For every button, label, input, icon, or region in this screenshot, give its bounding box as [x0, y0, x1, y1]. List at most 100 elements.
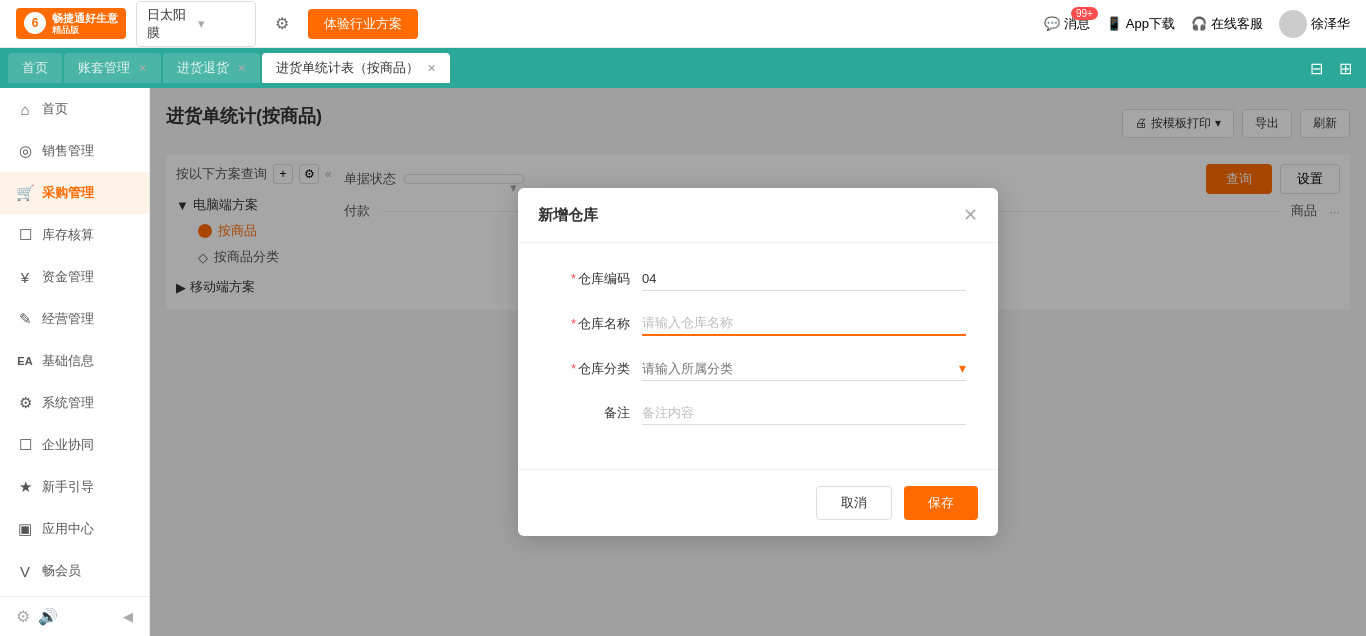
username: 徐泽华 — [1311, 15, 1350, 33]
inventory-icon: ☐ — [16, 226, 34, 244]
sidebar-item-guide-label: 新手引导 — [42, 478, 94, 496]
avatar — [1279, 10, 1307, 38]
enterprise-icon: ☐ — [16, 436, 34, 454]
svg-point-0 — [1288, 16, 1298, 26]
topbar: 6 畅捷通好生意 精品版 日太阳膜 ▾ ⚙ 体验行业方案 💬 消息 99+ 📱 … — [0, 0, 1366, 48]
sidebar-item-apps-label: 应用中心 — [42, 520, 94, 538]
chevron-down-icon: ▾ — [198, 16, 245, 31]
tab-purchase-return[interactable]: 进货退货 ✕ — [163, 53, 260, 83]
dialog-overlay: 新增仓库 ✕ 仓库编码 仓库名称 仓库分类 — [150, 88, 1366, 636]
add-warehouse-dialog: 新增仓库 ✕ 仓库编码 仓库名称 仓库分类 — [518, 188, 998, 536]
dialog-close-button[interactable]: ✕ — [963, 204, 978, 226]
finance-icon: ¥ — [16, 269, 34, 286]
sidebar-item-base-info-label: 基础信息 — [42, 352, 94, 370]
member-icon: V — [16, 563, 34, 580]
sidebar-item-apps[interactable]: ▣ 应用中心 — [0, 508, 149, 550]
home-icon: ⌂ — [16, 101, 34, 118]
remark-label: 备注 — [550, 404, 630, 422]
category-input[interactable] — [642, 361, 959, 376]
store-name: 日太阳膜 — [147, 6, 194, 42]
dialog-header: 新增仓库 ✕ — [518, 188, 998, 243]
sidebar-item-member[interactable]: V 畅会员 — [0, 550, 149, 592]
category-label: 仓库分类 — [550, 360, 630, 378]
sidebar-item-base-info[interactable]: EA 基础信息 — [0, 340, 149, 382]
form-row-remark: 备注 — [550, 401, 966, 425]
logo-icon: 6 — [24, 12, 46, 34]
content-area: 进货单统计(按商品) 🖨 按模板打印 ▾ 导出 刷新 按以下方案查询 + ⚙ « — [150, 88, 1366, 636]
trial-button[interactable]: 体验行业方案 — [308, 9, 418, 39]
logo-subtitle: 精品版 — [52, 25, 118, 36]
dialog-footer: 取消 保存 — [518, 469, 998, 536]
cancel-button[interactable]: 取消 — [816, 486, 892, 520]
logo: 6 畅捷通好生意 精品版 — [16, 8, 126, 40]
main-layout: ⌂ 首页 ◎ 销售管理 🛒 采购管理 ☐ 库存核算 ¥ 资金管理 ✎ 经营管理 … — [0, 88, 1366, 636]
remark-input[interactable] — [642, 401, 966, 425]
svg-point-1 — [1285, 28, 1301, 35]
app-download-button[interactable]: 📱 App下载 — [1106, 15, 1175, 33]
close-icon[interactable]: ✕ — [138, 62, 147, 75]
online-service-button[interactable]: 🎧 在线客服 — [1191, 15, 1263, 33]
save-button[interactable]: 保存 — [904, 486, 978, 520]
service-label: 在线客服 — [1211, 15, 1263, 33]
logo-title: 畅捷通好生意 — [52, 12, 118, 25]
tabbar-controls: ⊟ ⊞ — [1304, 57, 1358, 80]
tab-minimize-button[interactable]: ⊟ — [1304, 57, 1329, 80]
sidebar-item-enterprise[interactable]: ☐ 企业协同 — [0, 424, 149, 466]
base-info-icon: EA — [16, 355, 34, 367]
sidebar-item-purchase-label: 采购管理 — [42, 184, 94, 202]
tab-home-label: 首页 — [22, 59, 48, 77]
tab-home[interactable]: 首页 — [8, 53, 62, 83]
tab-account[interactable]: 账套管理 ✕ — [64, 53, 161, 83]
sidebar-item-operations-label: 经营管理 — [42, 310, 94, 328]
code-input[interactable] — [642, 267, 966, 291]
store-selector[interactable]: 日太阳膜 ▾ — [136, 1, 256, 47]
sidebar-bottom: ⚙ 🔊 ◀ — [0, 596, 149, 636]
system-icon: ⚙ — [16, 394, 34, 412]
tab-purchase-stats[interactable]: 进货单统计表（按商品） ✕ — [262, 53, 450, 83]
sidebar-item-enterprise-label: 企业协同 — [42, 436, 94, 454]
sidebar-item-inventory[interactable]: ☐ 库存核算 — [0, 214, 149, 256]
tab-account-label: 账套管理 — [78, 59, 130, 77]
sidebar-item-system-label: 系统管理 — [42, 394, 94, 412]
sidebar-item-purchase[interactable]: 🛒 采购管理 — [0, 172, 149, 214]
close-icon[interactable]: ✕ — [237, 62, 246, 75]
sidebar-item-home[interactable]: ⌂ 首页 — [0, 88, 149, 130]
sidebar-item-home-label: 首页 — [42, 100, 68, 118]
name-input[interactable] — [642, 311, 966, 336]
message-icon: 💬 — [1044, 16, 1060, 31]
operations-icon: ✎ — [16, 310, 34, 328]
close-icon[interactable]: ✕ — [427, 62, 436, 75]
sidebar-item-member-label: 畅会员 — [42, 562, 81, 580]
settings-button[interactable]: ⚙ — [266, 8, 298, 40]
user-menu[interactable]: 徐泽华 — [1279, 10, 1350, 38]
sidebar-item-finance-label: 资金管理 — [42, 268, 94, 286]
category-select[interactable]: ▾ — [642, 356, 966, 381]
sidebar-item-operations[interactable]: ✎ 经营管理 — [0, 298, 149, 340]
tabbar: 首页 账套管理 ✕ 进货退货 ✕ 进货单统计表（按商品） ✕ ⊟ ⊞ — [0, 48, 1366, 88]
sales-icon: ◎ — [16, 142, 34, 160]
topbar-right: 💬 消息 99+ 📱 App下载 🎧 在线客服 徐泽华 — [1044, 10, 1350, 38]
apps-icon: ▣ — [16, 520, 34, 538]
headset-icon: 🎧 — [1191, 16, 1207, 31]
sidebar-item-inventory-label: 库存核算 — [42, 226, 94, 244]
collapse-icon[interactable]: ◀ — [123, 609, 133, 624]
message-badge: 99+ — [1071, 7, 1098, 20]
code-label: 仓库编码 — [550, 270, 630, 288]
messages-button[interactable]: 💬 消息 99+ — [1044, 15, 1090, 33]
sidebar-item-finance[interactable]: ¥ 资金管理 — [0, 256, 149, 298]
tab-purchase-return-label: 进货退货 — [177, 59, 229, 77]
settings-icon[interactable]: ⚙ — [16, 607, 30, 626]
guide-icon: ★ — [16, 478, 34, 496]
volume-icon[interactable]: 🔊 — [38, 607, 58, 626]
sidebar-item-sales-label: 销售管理 — [42, 142, 94, 160]
sidebar-item-system[interactable]: ⚙ 系统管理 — [0, 382, 149, 424]
purchase-icon: 🛒 — [16, 184, 34, 202]
app-icon: 📱 — [1106, 16, 1122, 31]
sidebar-item-sales[interactable]: ◎ 销售管理 — [0, 130, 149, 172]
tab-expand-button[interactable]: ⊞ — [1333, 57, 1358, 80]
form-row-name: 仓库名称 — [550, 311, 966, 336]
chevron-down-icon: ▾ — [959, 360, 966, 376]
logo-text: 畅捷通好生意 精品版 — [52, 12, 118, 36]
sidebar-item-guide[interactable]: ★ 新手引导 — [0, 466, 149, 508]
app-label: App下载 — [1126, 15, 1175, 33]
